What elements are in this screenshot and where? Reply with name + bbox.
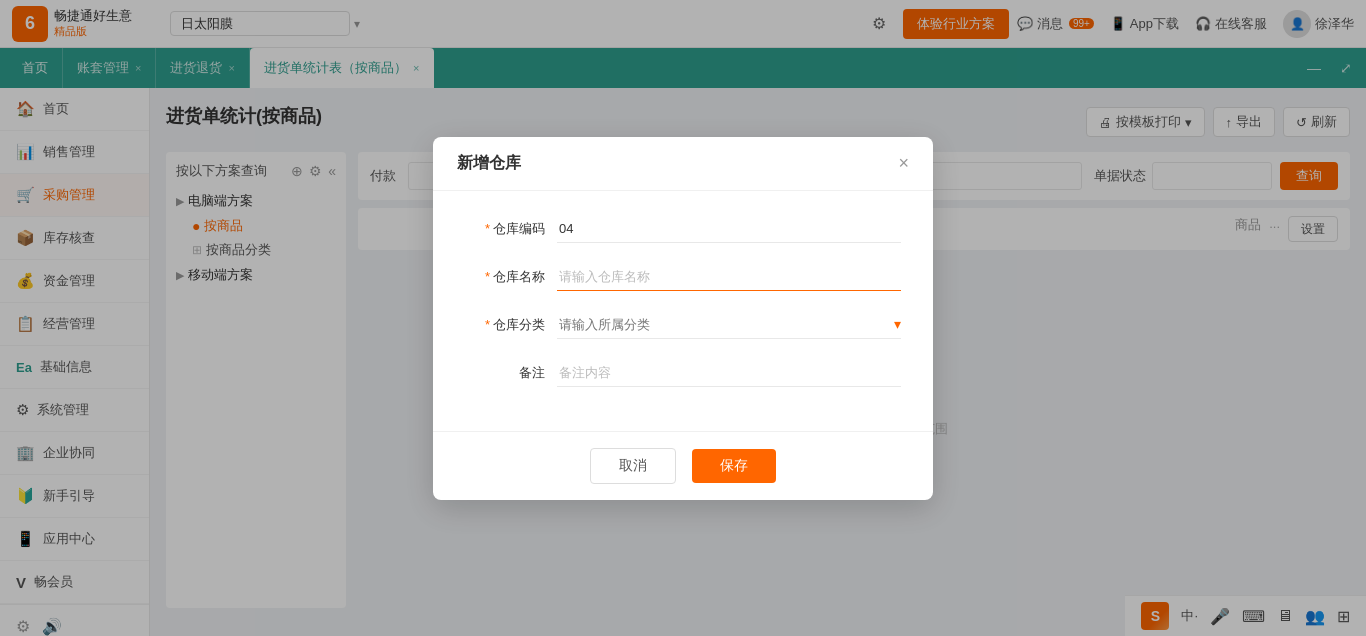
modal-header: 新增仓库 ×	[433, 137, 933, 191]
code-input[interactable]	[557, 215, 901, 243]
modal-title: 新增仓库	[457, 153, 521, 174]
save-button[interactable]: 保存	[692, 449, 776, 483]
name-label: 仓库名称	[465, 268, 545, 286]
note-label: 备注	[465, 364, 545, 382]
form-row-category: 仓库分类 ▾	[465, 311, 901, 339]
form-row-name: 仓库名称	[465, 263, 901, 291]
note-input[interactable]	[557, 359, 901, 387]
modal-close-button[interactable]: ×	[898, 153, 909, 174]
new-warehouse-modal: 新增仓库 × 仓库编码 仓库名称 仓库分类 ▾	[433, 137, 933, 500]
modal-overlay: 新增仓库 × 仓库编码 仓库名称 仓库分类 ▾	[0, 0, 1366, 636]
name-input[interactable]	[557, 263, 901, 291]
category-select[interactable]	[557, 311, 894, 338]
modal-body: 仓库编码 仓库名称 仓库分类 ▾ 备注	[433, 191, 933, 431]
code-label: 仓库编码	[465, 220, 545, 238]
modal-footer: 取消 保存	[433, 431, 933, 500]
category-select-wrap: ▾	[557, 311, 901, 339]
form-row-note: 备注	[465, 359, 901, 387]
category-dropdown-icon[interactable]: ▾	[894, 316, 901, 332]
form-row-code: 仓库编码	[465, 215, 901, 243]
cancel-button[interactable]: 取消	[590, 448, 676, 484]
category-label: 仓库分类	[465, 316, 545, 334]
